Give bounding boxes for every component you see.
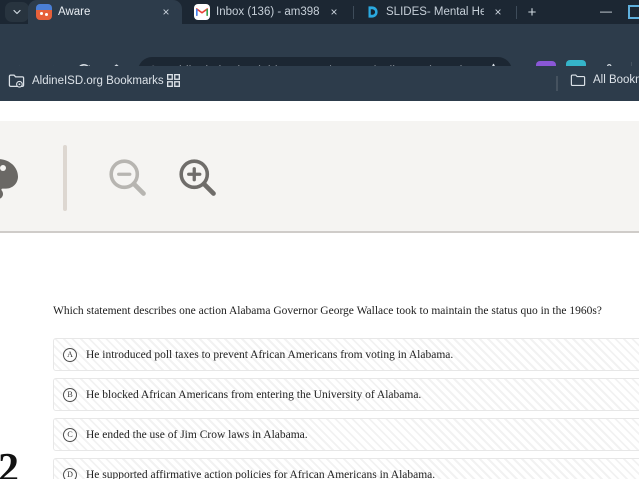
grid-icon xyxy=(166,73,181,88)
browser-toolbar: aldineisd.schoolobjects.com/aware2/onlin… xyxy=(0,24,639,85)
chevron-down-icon xyxy=(11,6,23,18)
option-text: He blocked African Americans from enteri… xyxy=(86,388,422,401)
option-letter-badge: D xyxy=(63,467,77,479)
option-text: He introduced poll taxes to prevent Afri… xyxy=(86,348,454,361)
window-minimize-button[interactable]: — xyxy=(596,1,616,21)
all-bookmarks-button[interactable]: All Bookmarks xyxy=(570,73,639,87)
tab-close-button[interactable]: × xyxy=(490,4,506,20)
tab-close-button[interactable]: × xyxy=(326,4,342,20)
bookmarks-separator xyxy=(556,76,558,91)
tab-separator xyxy=(353,6,354,19)
all-bookmarks-label: All Bookmarks xyxy=(593,74,639,86)
option-letter-badge: C xyxy=(63,427,77,442)
tab-search-button[interactable] xyxy=(5,2,29,22)
zoom-in-button[interactable] xyxy=(175,155,219,199)
bookmark-label: AldineISD.org Bookmarks xyxy=(32,74,164,87)
bookmarks-bar: AldineISD.org Bookmarks All Bookmarks xyxy=(0,66,639,101)
option-text: He ended the use of Jim Crow laws in Ala… xyxy=(86,428,308,441)
question-text: Which statement describes one action Ala… xyxy=(53,305,602,317)
question-number: 2 xyxy=(0,446,19,479)
tab-title: SLIDES- Mental Heal xyxy=(386,6,484,18)
test-toolbar xyxy=(0,121,639,233)
color-palette-icon[interactable] xyxy=(0,155,22,203)
answer-option-c[interactable]: C He ended the use of Jim Crow laws in A… xyxy=(53,418,639,451)
managed-bookmarks-folder[interactable]: AldineISD.org Bookmarks xyxy=(8,73,164,88)
toolbar-divider xyxy=(63,145,67,211)
option-text: He supported affirmative action policies… xyxy=(86,468,436,479)
aware-favicon-icon xyxy=(36,4,52,20)
option-letter-badge: A xyxy=(63,347,77,362)
tab-title: Aware xyxy=(58,6,91,18)
answer-option-a[interactable]: A He introduced poll taxes to prevent Af… xyxy=(53,338,639,371)
new-tab-button[interactable]: + xyxy=(521,2,543,22)
window-maximize-button[interactable] xyxy=(628,5,639,19)
tab-aware[interactable]: Aware × xyxy=(28,0,182,24)
answer-option-d[interactable]: D He supported affirmative action polici… xyxy=(53,458,639,479)
slides-favicon-icon xyxy=(364,4,380,20)
folder-icon xyxy=(570,73,586,87)
option-letter-badge: B xyxy=(63,387,77,402)
tab-title: Inbox (136) - am398 xyxy=(216,6,320,18)
tab-gmail-inbox[interactable]: Inbox (136) - am398 × xyxy=(186,0,350,24)
browser-window: Aware × Inbox (136) - am398 × SLIDES- Me… xyxy=(0,0,639,479)
tab-slides[interactable]: SLIDES- Mental Heal × xyxy=(356,0,514,24)
tab-separator xyxy=(516,6,517,19)
answer-option-b[interactable]: B He blocked African Americans from ente… xyxy=(53,378,639,411)
gmail-favicon-icon xyxy=(194,4,210,20)
tab-bar: Aware × Inbox (136) - am398 × SLIDES- Me… xyxy=(0,0,639,24)
tab-close-button[interactable]: × xyxy=(158,4,174,20)
zoom-out-button[interactable] xyxy=(105,155,149,199)
managed-folder-icon xyxy=(8,73,25,88)
apps-grid-bookmark[interactable] xyxy=(166,73,181,88)
